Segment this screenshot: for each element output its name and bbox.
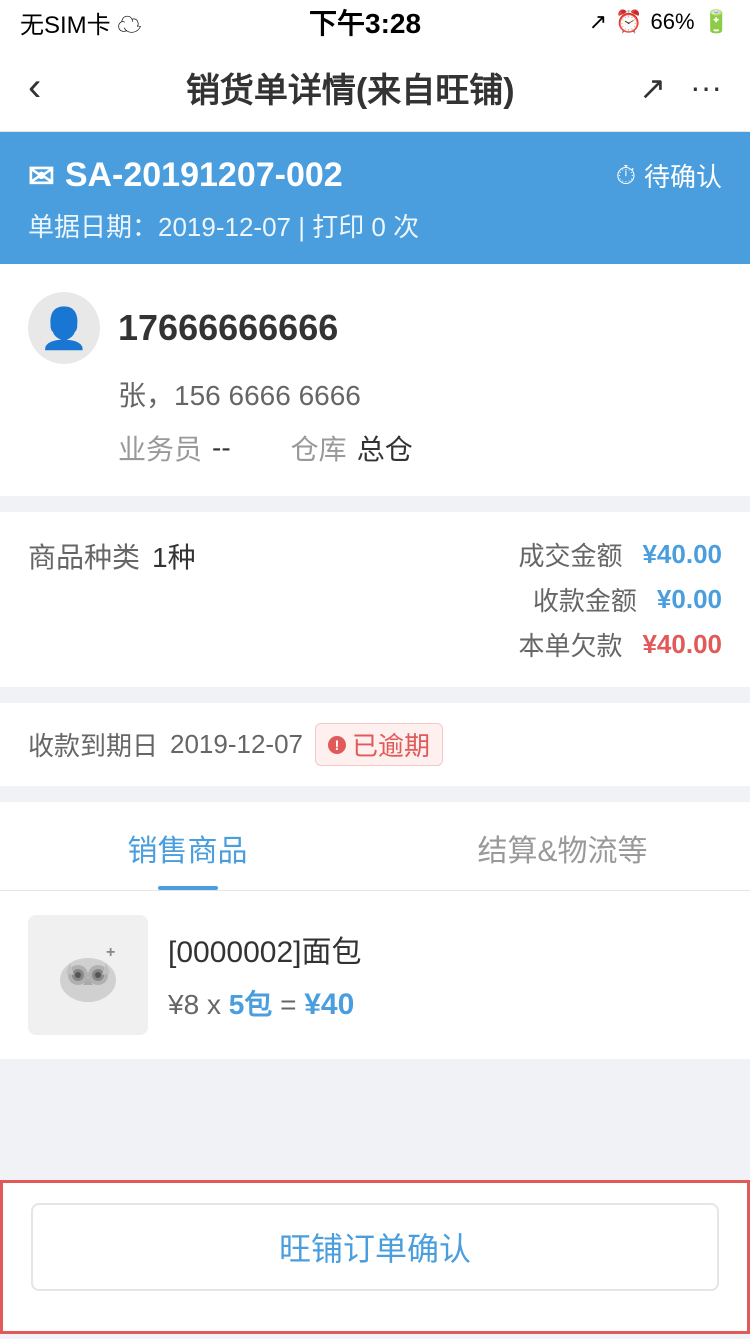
owed-amount: 本单欠款 ¥40.00 [518,626,722,663]
product-card: + [0000002]面包 ¥8 x 5包 = ¥40 [0,891,750,1059]
confirm-order-button[interactable]: 旺铺订单确认 [31,1203,719,1291]
no-sim-text: 无SIM卡 ☁ [20,5,141,40]
battery-text: 66% [651,9,695,35]
payment-due-date: 2019-12-07 [170,729,303,760]
share-button[interactable]: ↗ [639,69,666,107]
price-quantity: 5包 [229,989,273,1020]
warehouse-label: 仓库 [291,428,347,468]
product-logo: + [48,945,128,1005]
customer-meta: 业务员 -- 仓库 总仓 [118,428,722,468]
tab-sales-products[interactable]: 销售商品 [0,802,375,890]
order-meta: 单据日期：2019-12-07 | 打印 0 次 [28,207,722,244]
user-icon: 👤 [39,305,89,352]
warehouse-value: 总仓 [357,428,413,468]
price-separator-1: x [207,989,229,1020]
deal-amount-value: ¥40.00 [642,539,722,570]
nav-actions: ↗ ··· [639,69,722,107]
payment-due-label: 收款到期日 [28,726,158,763]
price-total: ¥40 [304,988,354,1021]
divider-3 [0,786,750,802]
received-amount-value: ¥0.00 [657,584,722,615]
deal-amount: 成交金额 ¥40.00 [518,536,722,573]
product-name: [0000002]面包 [168,927,722,971]
confirm-button-wrap: 旺铺订单确认 [0,1180,750,1334]
status-bar: 无SIM卡 ☁ 下午3:28 ↗ ⏰ 66% 🔋 [0,0,750,44]
page-title: 销货单详情(来自旺铺) [61,63,639,112]
payment-due-card: 收款到期日 2019-12-07 ! 已逾期 [0,703,750,786]
product-type: 商品种类 1种 [28,536,196,576]
status-badge: ⏱ 待确认 [616,157,722,194]
price-separator-2: = [280,989,304,1020]
back-button[interactable]: ‹ [28,65,61,110]
summary-amounts: 成交金额 ¥40.00 收款金额 ¥0.00 本单欠款 ¥40.00 [518,536,722,663]
email-icon: ✉ [28,157,55,195]
customer-card: 👤 17666666666 张，156 6666 6666 业务员 -- 仓库 … [0,264,750,496]
salesperson-label: 业务员 [118,428,202,468]
product-image: + [28,915,148,1035]
more-button[interactable]: ··· [690,69,722,106]
order-id: ✉ SA-20191207-002 [28,156,343,195]
customer-phone: 17666666666 [118,307,338,349]
overdue-text: 已逾期 [352,726,430,763]
salesperson-item: 业务员 -- [118,428,231,468]
location-icon: ↗ [589,9,607,35]
battery-icon: 🔋 [703,9,730,35]
header-card: ✉ SA-20191207-002 ⏱ 待确认 单据日期：2019-12-07 … [0,132,750,264]
overdue-badge: ! 已逾期 [315,723,443,766]
received-amount-label: 收款金额 [533,581,637,618]
status-left: 无SIM卡 ☁ [20,5,141,40]
owed-amount-label: 本单欠款 [518,626,622,663]
divider-2 [0,687,750,703]
divider-1 [0,496,750,512]
product-info: [0000002]面包 ¥8 x 5包 = ¥40 [168,927,722,1023]
status-text: 待确认 [644,157,722,194]
clock-icon: ⏱ [616,160,636,192]
alarm-icon: ⏰ [615,9,642,35]
overdue-icon: ! [328,736,346,754]
summary-card: 商品种类 1种 成交金额 ¥40.00 收款金额 ¥0.00 本单欠款 ¥40.… [0,512,750,687]
product-type-label: 商品种类 [28,536,140,576]
salesperson-value: -- [212,432,231,464]
tab-settlement-logistics[interactable]: 结算&物流等 [375,802,750,890]
avatar: 👤 [28,292,100,364]
tab-bar: 销售商品 结算&物流等 [0,802,750,891]
owed-amount-value: ¥40.00 [642,629,722,660]
warehouse-item: 仓库 总仓 [291,428,413,468]
status-right: ↗ ⏰ 66% 🔋 [589,9,730,35]
product-price-formula: ¥8 x 5包 = ¥40 [168,983,722,1023]
received-amount: 收款金额 ¥0.00 [533,581,722,618]
status-time: 下午3:28 [309,2,421,42]
price-base: ¥8 [168,989,199,1020]
svg-text:+: + [106,945,115,961]
nav-bar: ‹ 销货单详情(来自旺铺) ↗ ··· [0,44,750,132]
product-type-value: 1种 [152,536,196,576]
deal-amount-label: 成交金额 [518,536,622,573]
order-id-text: SA-20191207-002 [65,156,343,195]
customer-name: 张，156 6666 6666 [118,374,722,414]
